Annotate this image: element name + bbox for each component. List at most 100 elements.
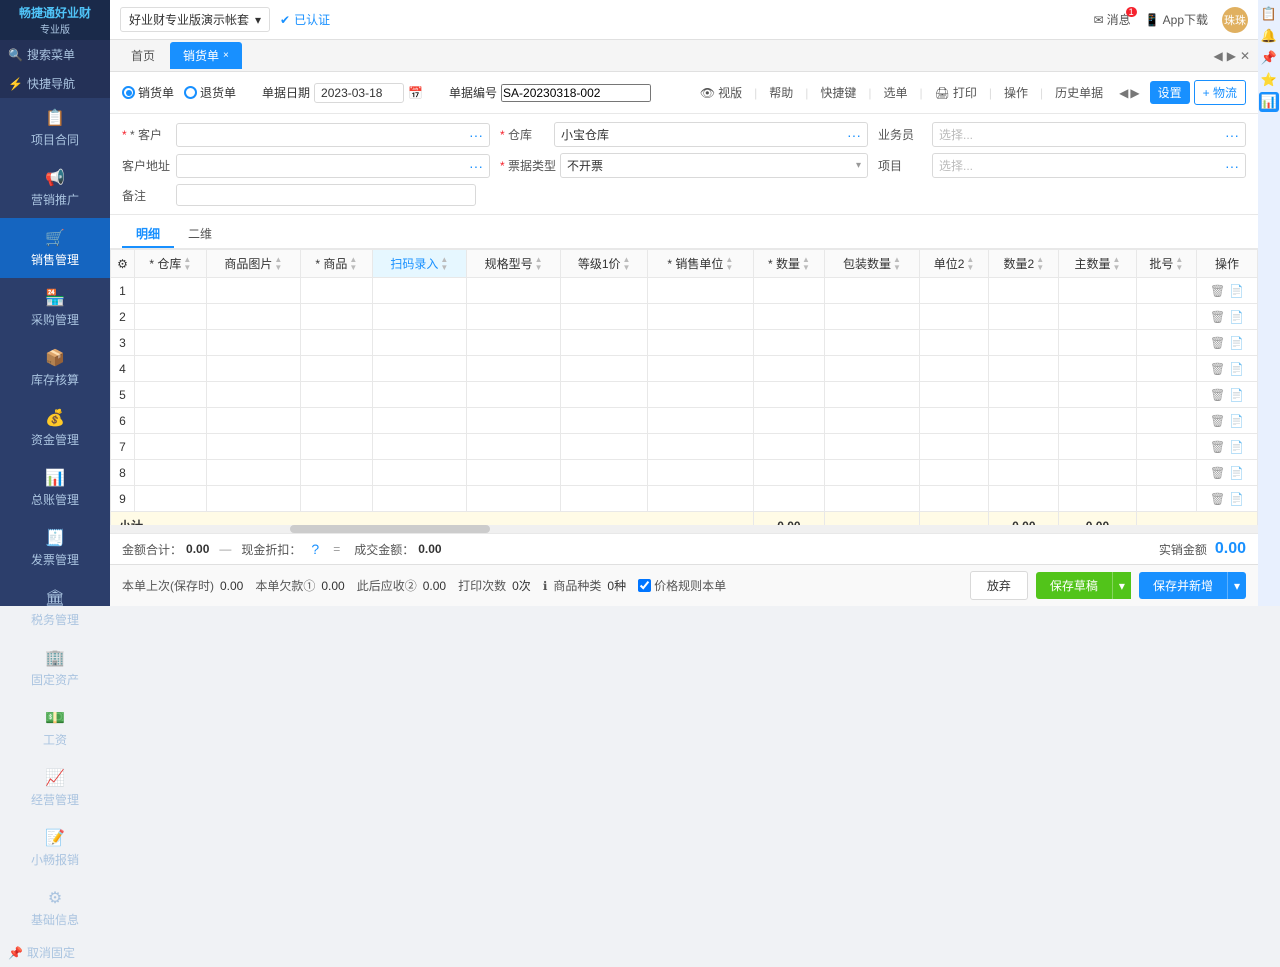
- print-button[interactable]: 🖨 打印: [929, 82, 983, 103]
- row-8-pkg[interactable]: [825, 460, 919, 486]
- row-2-main[interactable]: [1059, 304, 1136, 330]
- row-2-spec[interactable]: [467, 304, 561, 330]
- row-8-qty2[interactable]: [989, 460, 1059, 486]
- row-2-warehouse[interactable]: [135, 304, 207, 330]
- row-7-delete-icon[interactable]: 🗑: [1210, 440, 1225, 454]
- right-panel-icon-1[interactable]: 📋: [1259, 4, 1279, 24]
- row-2-price1[interactable]: [561, 304, 648, 330]
- row-2-pkg[interactable]: [825, 304, 919, 330]
- row-4-copy-icon[interactable]: 📄: [1229, 362, 1244, 376]
- salesperson-input[interactable]: 选择... ···: [932, 122, 1246, 147]
- customer-select-icon[interactable]: ···: [469, 127, 483, 143]
- row-3-price1[interactable]: [561, 330, 648, 356]
- tab-sale-order[interactable]: 销货单 ×: [170, 42, 242, 69]
- main-sort[interactable]: ▲▼: [1113, 256, 1121, 272]
- scrollbar-thumb[interactable]: [290, 525, 490, 533]
- tab-mingxi[interactable]: 明细: [122, 221, 174, 248]
- tab-close-icon[interactable]: ×: [223, 50, 229, 61]
- tab-prev-icon[interactable]: ◀: [1213, 49, 1222, 63]
- row-3-batch[interactable]: [1136, 330, 1196, 356]
- sidebar-item-base[interactable]: ⚙ 基础信息: [0, 878, 110, 938]
- logistics-button[interactable]: + 物流: [1194, 80, 1246, 105]
- order-date-input[interactable]: [314, 83, 404, 103]
- price-check-input[interactable]: [638, 579, 651, 592]
- save-new-dropdown[interactable]: ▾: [1227, 572, 1246, 599]
- unit2-sort[interactable]: ▲▼: [966, 256, 974, 272]
- row-6-copy-icon[interactable]: 📄: [1229, 414, 1244, 428]
- row-5-qty2[interactable]: [989, 382, 1059, 408]
- row-1-pkg[interactable]: [825, 278, 919, 304]
- row-7-qty2[interactable]: [989, 434, 1059, 460]
- row-5-spec[interactable]: [467, 382, 561, 408]
- sidebar-item-report[interactable]: 📝 小畅报销: [0, 818, 110, 878]
- price1-sort[interactable]: ▲▼: [623, 256, 631, 272]
- row-8-unit[interactable]: [648, 460, 754, 486]
- row-7-copy-icon[interactable]: 📄: [1229, 440, 1244, 454]
- history-button[interactable]: 历史单据: [1049, 82, 1109, 103]
- project-select-icon[interactable]: ···: [1225, 158, 1239, 174]
- row-7-qty[interactable]: [753, 434, 825, 460]
- cancel-fixed-button[interactable]: 📌 取消固定: [0, 938, 110, 967]
- right-panel-icon-5[interactable]: 📊: [1259, 92, 1279, 112]
- radio-return[interactable]: 退货单: [184, 84, 236, 101]
- row-8-qty[interactable]: [753, 460, 825, 486]
- sidebar-item-purchase[interactable]: 🏪 采购管理: [0, 278, 110, 338]
- row-1-qty2[interactable]: [989, 278, 1059, 304]
- operate-button[interactable]: 操作: [998, 82, 1034, 103]
- row-2-delete-icon[interactable]: 🗑: [1210, 310, 1225, 324]
- warehouse-select-icon[interactable]: ···: [847, 127, 861, 143]
- company-selector[interactable]: 好业财专业版演示帐套 ▾: [120, 7, 270, 32]
- row-3-unit2[interactable]: [919, 330, 989, 356]
- row-6-delete-icon[interactable]: 🗑: [1210, 414, 1225, 428]
- row-5-barcode[interactable]: [372, 382, 466, 408]
- set-button[interactable]: 设置: [1150, 81, 1190, 104]
- sidebar-item-general[interactable]: 📊 总账管理: [0, 458, 110, 518]
- row-1-barcode[interactable]: [372, 278, 466, 304]
- row-3-pkg[interactable]: [825, 330, 919, 356]
- row-8-spec[interactable]: [467, 460, 561, 486]
- row-1-price1[interactable]: [561, 278, 648, 304]
- message-button[interactable]: ✉ 1 消息: [1094, 11, 1131, 28]
- image-sort[interactable]: ▲▼: [274, 256, 282, 272]
- row-6-product[interactable]: [301, 408, 373, 434]
- row-1-main[interactable]: [1059, 278, 1136, 304]
- tab-close-all-icon[interactable]: ✕: [1240, 49, 1250, 63]
- abandon-button[interactable]: 放弃: [970, 571, 1028, 600]
- batch-sort[interactable]: ▲▼: [1175, 256, 1183, 272]
- view-button[interactable]: 👁 视版: [694, 82, 748, 103]
- row-9-main[interactable]: [1059, 486, 1136, 512]
- row-9-delete-icon[interactable]: 🗑: [1210, 492, 1225, 506]
- row-1-spec[interactable]: [467, 278, 561, 304]
- row-3-qty[interactable]: [753, 330, 825, 356]
- pkg-sort[interactable]: ▲▼: [893, 256, 901, 272]
- help-button[interactable]: 帮助: [763, 82, 799, 103]
- row-2-qty[interactable]: [753, 304, 825, 330]
- row-9-batch[interactable]: [1136, 486, 1196, 512]
- row-5-price1[interactable]: [561, 382, 648, 408]
- row-7-spec[interactable]: [467, 434, 561, 460]
- row-1-copy-icon[interactable]: 📄: [1229, 284, 1244, 298]
- row-3-qty2[interactable]: [989, 330, 1059, 356]
- row-4-image[interactable]: [206, 356, 300, 382]
- row-4-price1[interactable]: [561, 356, 648, 382]
- row-3-delete-icon[interactable]: 🗑: [1210, 336, 1225, 350]
- row-5-batch[interactable]: [1136, 382, 1196, 408]
- row-9-qty2[interactable]: [989, 486, 1059, 512]
- row-5-delete-icon[interactable]: 🗑: [1210, 388, 1225, 402]
- row-7-barcode[interactable]: [372, 434, 466, 460]
- order-number-input[interactable]: [501, 84, 651, 102]
- row-7-unit2[interactable]: [919, 434, 989, 460]
- row-1-warehouse[interactable]: [135, 278, 207, 304]
- row-9-spec[interactable]: [467, 486, 561, 512]
- row-5-unit2[interactable]: [919, 382, 989, 408]
- row-1-delete-icon[interactable]: 🗑: [1210, 284, 1225, 298]
- row-8-barcode[interactable]: [372, 460, 466, 486]
- row-7-image[interactable]: [206, 434, 300, 460]
- row-4-spec[interactable]: [467, 356, 561, 382]
- customer-input[interactable]: ···: [176, 123, 490, 147]
- row-4-main[interactable]: [1059, 356, 1136, 382]
- row-6-qty[interactable]: [753, 408, 825, 434]
- row-6-barcode[interactable]: [372, 408, 466, 434]
- invoice-input[interactable]: 不开票 ▾: [560, 153, 868, 178]
- row-5-qty[interactable]: [753, 382, 825, 408]
